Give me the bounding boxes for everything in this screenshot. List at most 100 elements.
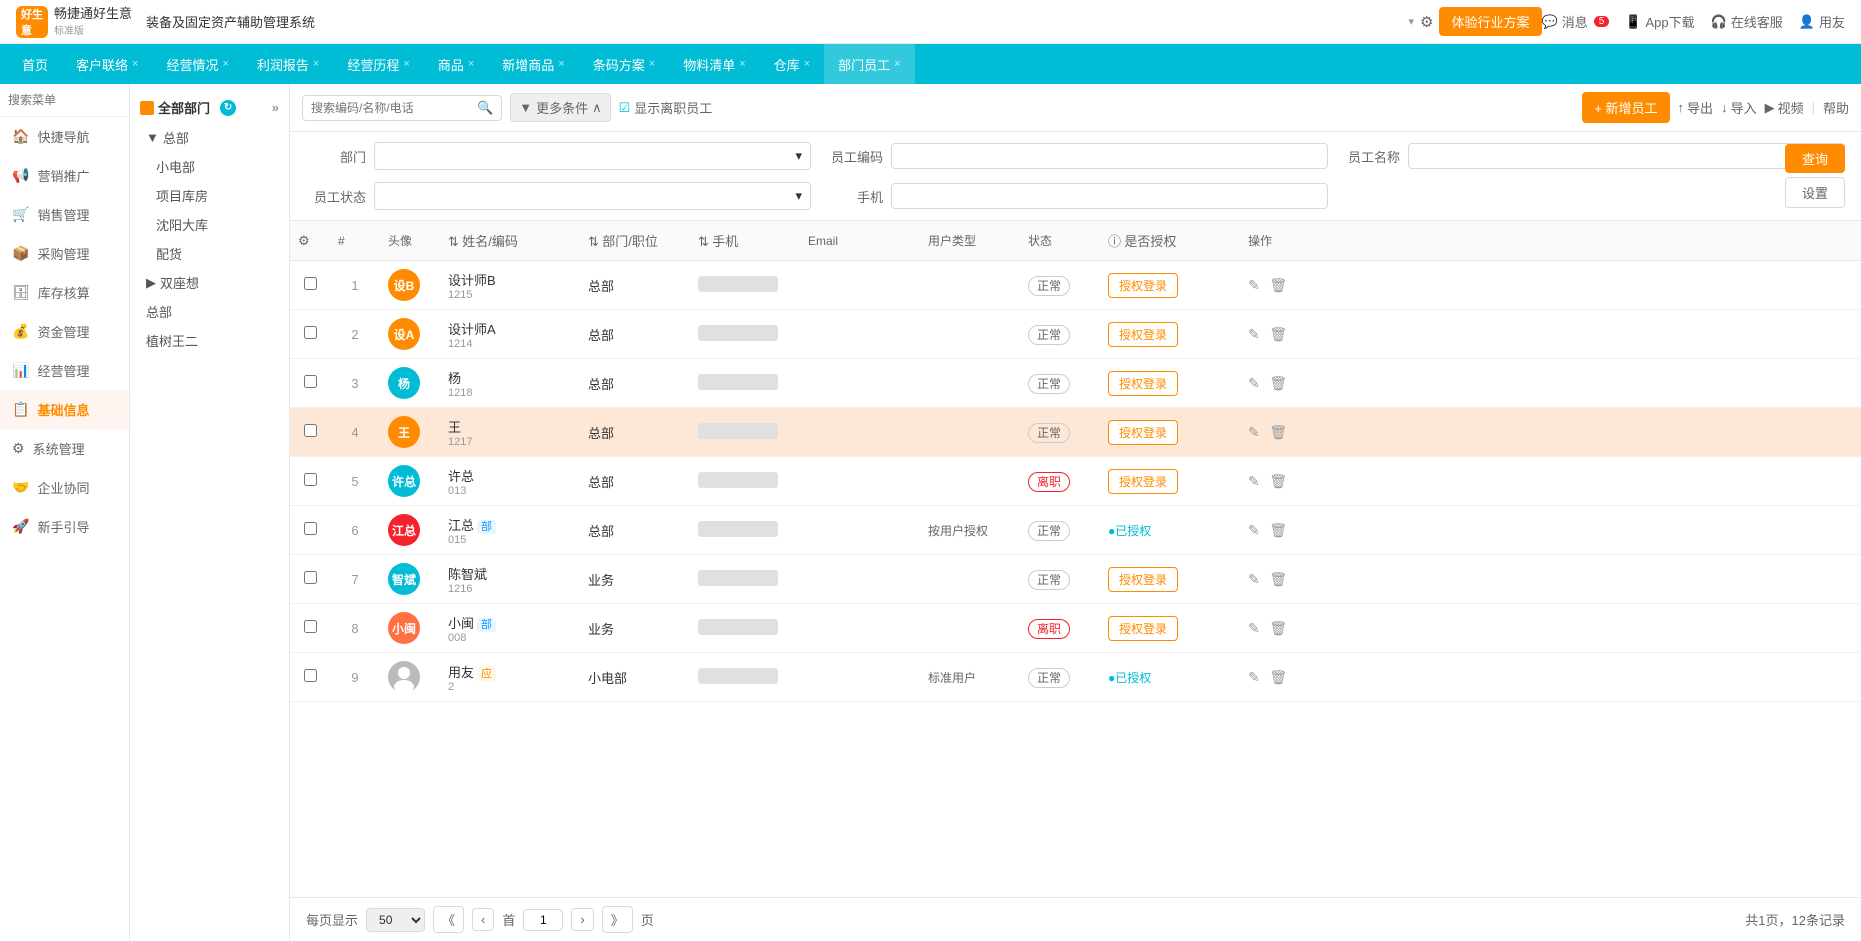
row-checkbox[interactable] [304,326,317,339]
delete-icon[interactable]: 🗑 [1269,620,1287,636]
tab-close-operations[interactable]: × [222,58,228,70]
tab-close-warehouse[interactable]: × [804,58,810,70]
row-check[interactable] [290,261,330,310]
tree-item-delivery[interactable]: 配货 [130,239,289,268]
delete-icon[interactable]: 🗑 [1269,522,1287,538]
first-page-btn[interactable]: 《 [433,906,464,933]
tab-close-goods[interactable]: × [468,58,474,70]
tab-profit[interactable]: 利润报告 × [243,44,333,84]
sort-icon-phone[interactable]: ⇅ [698,234,709,249]
auth-btn[interactable]: 授权登录 [1108,322,1178,347]
delete-icon[interactable]: 🗑 [1269,375,1287,391]
sidebar-item-marketing[interactable]: 📢 营销推广 [0,156,129,195]
app-download-btn[interactable]: 📱 App下载 [1625,12,1694,31]
edit-icon[interactable]: ✎ [1248,522,1260,538]
auth-btn[interactable]: 授权登录 [1108,469,1178,494]
row-check[interactable] [290,457,330,506]
edit-icon[interactable]: ✎ [1248,326,1260,342]
sidebar-search-input[interactable] [8,93,130,107]
view-btn[interactable]: ▶ 视频 [1765,98,1804,117]
row-checkbox[interactable] [304,375,317,388]
delete-icon[interactable]: 🗑 [1269,277,1287,293]
show-resigned-toggle[interactable]: ☑ 显示离职员工 [619,98,713,117]
per-page-select[interactable]: 50 20 100 [366,908,425,932]
tab-close-profit[interactable]: × [313,58,319,70]
edit-icon[interactable]: ✎ [1248,669,1260,685]
tree-item-twin-dream[interactable]: ▶ 双座想 [130,268,289,297]
search-input[interactable] [311,101,471,115]
sidebar-item-operations[interactable]: 📊 经营管理 [0,351,129,390]
online-service-btn[interactable]: 🎧 在线客服 [1711,12,1783,31]
message-btn[interactable]: 💬 消息 5 [1542,12,1610,31]
tree-collapse-btn[interactable]: » [272,100,279,115]
tab-customer[interactable]: 客户联络 × [62,44,152,84]
page-input[interactable] [523,909,563,931]
tab-close-materials[interactable]: × [739,58,745,70]
tree-item-plant-king[interactable]: 植树王二 [130,326,289,355]
edit-icon[interactable]: ✎ [1248,571,1260,587]
tab-new-goods[interactable]: 新增商品 × [488,44,578,84]
emp-status-select[interactable]: ▾ [374,182,811,210]
user-btn[interactable]: 👤 用友 [1799,12,1845,31]
query-btn[interactable]: 查询 [1785,144,1845,173]
row-checkbox[interactable] [304,620,317,633]
sidebar-item-basic-info[interactable]: 📋 基础信息 [0,390,129,429]
delete-icon[interactable]: 🗑 [1269,571,1287,587]
tab-close-dept-staff[interactable]: × [894,58,900,70]
row-checkbox[interactable] [304,277,317,290]
search-icon[interactable]: 🔍 [477,100,493,116]
sort-icon-dept[interactable]: ⇅ [588,234,599,249]
tab-close-barcode[interactable]: × [649,58,655,70]
sidebar-item-sales[interactable]: 🛒 销售管理 [0,195,129,234]
setting-btn[interactable]: 设置 [1785,177,1845,208]
tab-close-new-goods[interactable]: × [558,58,564,70]
auth-btn[interactable]: 授权登录 [1108,420,1178,445]
experience-btn[interactable]: 体验行业方案 [1439,7,1541,36]
edit-icon[interactable]: ✎ [1248,277,1260,293]
next-page-btn[interactable]: › [571,908,593,931]
prev-page-btn[interactable]: ‹ [472,908,494,931]
sidebar-item-system[interactable]: ⚙ 系统管理 [0,429,129,468]
delete-icon[interactable]: 🗑 [1269,473,1287,489]
last-page-btn[interactable]: 》 [602,906,633,933]
tree-item-project-room[interactable]: 项目库房 [130,181,289,210]
row-checkbox[interactable] [304,669,317,682]
edit-icon[interactable]: ✎ [1248,473,1260,489]
tree-item-shenyang[interactable]: 沈阳大库 [130,210,289,239]
row-checkbox[interactable] [304,424,317,437]
sidebar-item-finance[interactable]: 💰 资金管理 [0,312,129,351]
sidebar-item-guide[interactable]: 🚀 新手引导 [0,507,129,546]
tab-barcode[interactable]: 条码方案 × [579,44,669,84]
row-check[interactable] [290,310,330,359]
sidebar-item-quick-nav[interactable]: 🏠 快捷导航 [0,117,129,156]
row-check[interactable] [290,555,330,604]
export-btn[interactable]: ↑ 导出 [1678,98,1714,117]
auth-btn[interactable]: 授权登录 [1108,567,1178,592]
delete-icon[interactable]: 🗑 [1269,424,1287,440]
row-check[interactable] [290,604,330,653]
phone-input[interactable] [891,183,1328,209]
tab-goods[interactable]: 商品 × [424,44,488,84]
sidebar-item-inventory[interactable]: 🗄 库存核算 [0,273,129,312]
tab-history[interactable]: 经营历程 × [333,44,423,84]
tab-close-history[interactable]: × [403,58,409,70]
sidebar-item-collab[interactable]: 🤝 企业协同 [0,468,129,507]
emp-name-input[interactable] [1408,143,1845,169]
add-employee-btn[interactable]: + 新增员工 [1582,92,1669,123]
dept-select[interactable]: ▾ [374,142,811,170]
tab-dept-staff[interactable]: 部门员工 × [824,44,914,84]
delete-icon[interactable]: 🗑 [1269,326,1287,342]
sys-dropdown-icon[interactable]: ▾ [1409,15,1415,28]
edit-icon[interactable]: ✎ [1248,424,1260,440]
tree-item-general2[interactable]: 总部 [130,297,289,326]
row-checkbox[interactable] [304,571,317,584]
row-check[interactable] [290,359,330,408]
emp-code-input[interactable] [891,143,1328,169]
delete-icon[interactable]: 🗑 [1269,669,1287,685]
help-btn[interactable]: 帮助 [1823,98,1849,117]
row-checkbox[interactable] [304,522,317,535]
row-checkbox[interactable] [304,473,317,486]
gear-icon[interactable]: ⚙ [1420,13,1433,31]
tab-home[interactable]: 首页 [8,44,62,84]
auth-btn[interactable]: 授权登录 [1108,273,1178,298]
